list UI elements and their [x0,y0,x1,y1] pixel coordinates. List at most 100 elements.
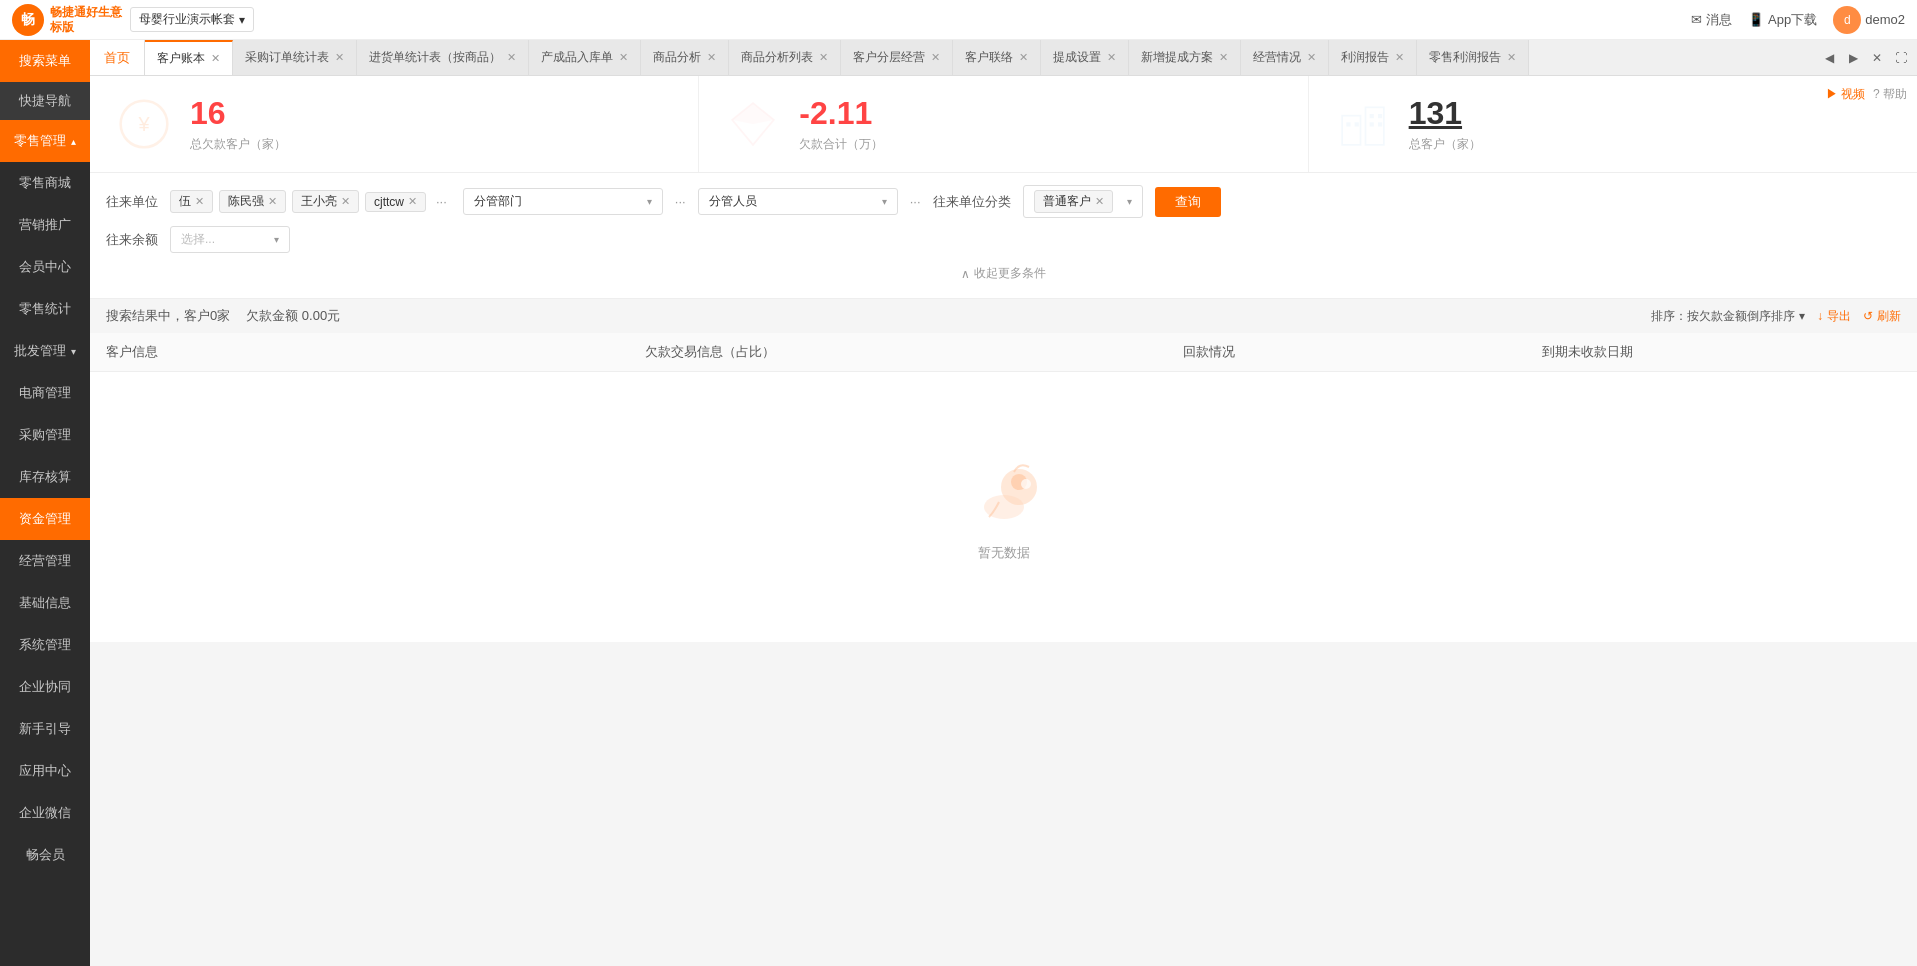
sidebar-item-search[interactable]: 搜索菜单 [0,40,90,82]
sidebar-item-retail-stat[interactable]: 零售统计 [0,288,90,330]
collapse-icon: ∧ [961,267,970,281]
amount-select[interactable]: 选择... ▾ [170,226,290,253]
tab-next-button[interactable]: ▶ [1843,48,1863,68]
tab-purchase-order[interactable]: 采购订单统计表 ✕ [233,40,357,76]
tab-product-analysis[interactable]: 商品分析 ✕ [641,40,729,76]
tab-close-biz-status[interactable]: ✕ [1307,51,1316,64]
col-repayment: 回款情况 [1183,343,1542,361]
sidebar-item-wholesale[interactable]: 批发管理 ▾ [0,330,90,372]
user-menu[interactable]: d demo2 [1833,6,1905,34]
amount-result-text: 欠款金额 0.00元 [246,307,340,325]
stat-total-customers: 131 总客户（家） ▶ 视频 ? 帮助 [1309,76,1917,172]
help-button[interactable]: ? 帮助 [1873,86,1907,103]
remove-tag-wang[interactable]: ✕ [341,195,350,208]
video-button[interactable]: ▶ 视频 [1826,86,1865,103]
remove-tag-normal[interactable]: ✕ [1095,195,1104,208]
filter-tags-unit: 伍 ✕ 陈民强 ✕ 王小亮 ✕ cjttcw ✕ [170,190,451,213]
message-button[interactable]: ✉ 消息 [1691,11,1732,29]
refresh-icon: ↺ [1863,309,1873,323]
tab-prev-button[interactable]: ◀ [1819,48,1839,68]
tab-close-customer-tier[interactable]: ✕ [931,51,940,64]
tab-customer-tier[interactable]: 客户分层经营 ✕ [841,40,953,76]
sidebar-item-purchase[interactable]: 采购管理 [0,414,90,456]
topbar: 畅 畅捷通好生意 标版 母婴行业演示帐套 ▾ ✉ 消息 📱 App下载 d de… [0,0,1917,40]
remove-tag-chen[interactable]: ✕ [268,195,277,208]
refresh-button[interactable]: ↺ 刷新 [1863,308,1901,325]
result-info: 搜索结果中，客户0家 欠款金额 0.00元 [106,307,340,325]
sidebar-item-member[interactable]: 会员中心 [0,246,90,288]
tab-close-product-analysis-list[interactable]: ✕ [819,51,828,64]
tab-new-commission[interactable]: 新增提成方案 ✕ [1129,40,1241,76]
svg-text:¥: ¥ [137,113,150,135]
tab-retail-profit[interactable]: 零售利润报告 ✕ [1417,40,1529,76]
tab-close-retail-profit[interactable]: ✕ [1507,51,1516,64]
topbar-right: ✉ 消息 📱 App下载 d demo2 [1691,6,1905,34]
query-button[interactable]: 查询 [1155,187,1221,217]
tab-close-customer-ledger[interactable]: ✕ [211,52,220,65]
sidebar-item-retail[interactable]: 零售管理 ▴ [0,120,90,162]
svg-rect-9 [1378,114,1382,118]
tab-close-product-inbound[interactable]: ✕ [619,51,628,64]
dept-select[interactable]: 分管部门 ▾ [463,188,663,215]
sidebar-item-guide[interactable]: 新手引导 [0,708,90,750]
tab-biz-status[interactable]: 经营情况 ✕ [1241,40,1329,76]
main-layout: 搜索菜单 快捷导航 零售管理 ▴ 零售商城 营销推广 会员中心 零售统计 批发管… [0,40,1917,966]
tab-incoming-stat[interactable]: 进货单统计表（按商品） ✕ [357,40,529,76]
result-actions: 排序：按欠款金额倒序排序 ▾ ↓ 导出 ↺ 刷新 [1651,308,1901,325]
sidebar: 搜索菜单 快捷导航 零售管理 ▴ 零售商城 营销推广 会员中心 零售统计 批发管… [0,40,90,966]
tab-close-customer-contact[interactable]: ✕ [1019,51,1028,64]
more-tags-button[interactable]: ··· [432,192,451,211]
chevron-icon-2: ▾ [71,346,76,357]
filter-tag-wu: 伍 ✕ [170,190,213,213]
tab-product-analysis-list[interactable]: 商品分析列表 ✕ [729,40,841,76]
tab-home[interactable]: 首页 [90,40,145,76]
sidebar-item-ecommerce[interactable]: 电商管理 [0,372,90,414]
sidebar-item-operation[interactable]: 经营管理 [0,540,90,582]
tab-close-all-button[interactable]: ✕ [1867,48,1887,68]
tab-close-commission-settings[interactable]: ✕ [1107,51,1116,64]
tab-product-inbound[interactable]: 产成品入库单 ✕ [529,40,641,76]
filter-row-2: 往来余额 选择... ▾ [106,226,1901,253]
tab-close-incoming-stat[interactable]: ✕ [507,51,516,64]
sidebar-item-wecom[interactable]: 企业微信 [0,792,90,834]
category-select[interactable]: 普通客户 ✕ ▾ [1023,185,1143,218]
sidebar-item-marketing[interactable]: 营销推广 [0,204,90,246]
tab-close-profit-report[interactable]: ✕ [1395,51,1404,64]
sidebar-item-inventory[interactable]: 库存核算 [0,456,90,498]
tab-commission-settings[interactable]: 提成设置 ✕ [1041,40,1129,76]
tab-close-product-analysis[interactable]: ✕ [707,51,716,64]
person-select[interactable]: 分管人员 ▾ [698,188,898,215]
dept-more-button[interactable]: ··· [675,194,686,209]
diamond-icon [723,94,783,154]
company-select[interactable]: 母婴行业演示帐套 ▾ [130,7,254,32]
dept-chevron-icon: ▾ [647,196,652,207]
tab-close-new-commission[interactable]: ✕ [1219,51,1228,64]
stats-row: ¥ 16 总欠款客户（家） [90,76,1917,173]
table-header: 客户信息 欠款交易信息（占比） 回款情况 到期未收款日期 [90,333,1917,372]
tab-customer-contact[interactable]: 客户联络 ✕ [953,40,1041,76]
person-more-button[interactable]: ··· [910,194,921,209]
message-icon: ✉ [1691,12,1702,27]
tab-close-purchase-order[interactable]: ✕ [335,51,344,64]
filter-tag-chen: 陈民强 ✕ [219,190,286,213]
tab-customer-ledger[interactable]: 客户账本 ✕ [145,40,233,76]
remove-tag-wu[interactable]: ✕ [195,195,204,208]
stat-total-debtors: ¥ 16 总欠款客户（家） [90,76,699,172]
sidebar-item-system[interactable]: 系统管理 [0,624,90,666]
sidebar-item-quick[interactable]: 快捷导航 [0,82,90,120]
tab-maximize-button[interactable]: ⛶ [1891,48,1911,68]
remove-tag-cjttcw[interactable]: ✕ [408,195,417,208]
download-button[interactable]: 📱 App下载 [1748,11,1817,29]
stat-content-1: 16 总欠款客户（家） [190,95,286,153]
sidebar-item-vip[interactable]: 畅会员 [0,834,90,876]
sort-button[interactable]: 排序：按欠款金额倒序排序 ▾ [1651,308,1805,325]
sidebar-item-apps[interactable]: 应用中心 [0,750,90,792]
collapse-button[interactable]: ∧ 收起更多条件 [106,261,1901,286]
export-button[interactable]: ↓ 导出 [1817,308,1851,325]
sidebar-item-retail-shop[interactable]: 零售商城 [0,162,90,204]
sidebar-item-finance[interactable]: 资金管理 [0,498,90,540]
sidebar-item-collab[interactable]: 企业协同 [0,666,90,708]
tab-profit-report[interactable]: 利润报告 ✕ [1329,40,1417,76]
sidebar-item-basic[interactable]: 基础信息 [0,582,90,624]
stat-value-debt: -2.11 [799,95,883,132]
